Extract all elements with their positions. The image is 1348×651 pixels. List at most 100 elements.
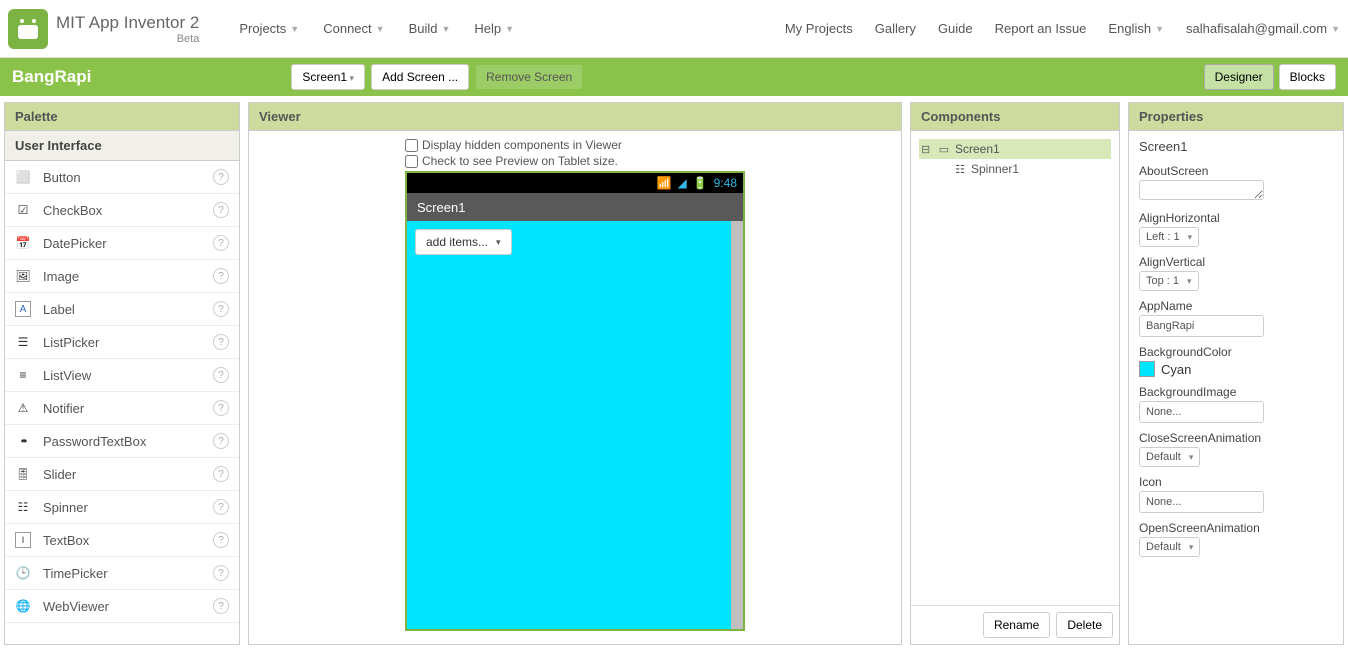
menu-build-label: Build — [409, 21, 438, 36]
tree-label: Spinner1 — [971, 162, 1019, 176]
spinner-text: add items... — [426, 235, 488, 249]
help-icon[interactable]: ? — [213, 532, 229, 548]
menu-projects[interactable]: Projects▼ — [239, 21, 299, 36]
prop-label: CloseScreenAnimation — [1139, 431, 1333, 445]
designer-button[interactable]: Designer — [1204, 64, 1274, 90]
help-icon[interactable]: ? — [213, 235, 229, 251]
alignhorizontal-select[interactable]: Left : 1 — [1139, 227, 1199, 247]
palette-label: Slider — [43, 467, 213, 482]
blocks-button[interactable]: Blocks — [1279, 64, 1336, 90]
language-dropdown[interactable]: English▼ — [1108, 21, 1164, 36]
menu-connect[interactable]: Connect▼ — [323, 21, 384, 36]
link-report-issue[interactable]: Report an Issue — [995, 21, 1087, 36]
closescreenanimation-select[interactable]: Default — [1139, 447, 1200, 467]
help-icon[interactable]: ? — [213, 565, 229, 581]
hidden-components-checkbox[interactable] — [405, 139, 418, 152]
prop-backgroundcolor: BackgroundColor Cyan — [1139, 345, 1333, 377]
menu-help[interactable]: Help▼ — [474, 21, 514, 36]
backgroundcolor-picker[interactable]: Cyan — [1139, 361, 1333, 377]
remove-screen-button[interactable]: Remove Screen — [475, 64, 583, 90]
palette-item-image[interactable]: 🖼Image? — [5, 260, 239, 293]
select-value: Default — [1146, 541, 1181, 553]
palette-item-datepicker[interactable]: 📅DatePicker? — [5, 227, 239, 260]
prop-label: Icon — [1139, 475, 1333, 489]
caret-icon: ▼ — [1155, 24, 1164, 34]
link-guide[interactable]: Guide — [938, 21, 973, 36]
help-icon[interactable]: ? — [213, 499, 229, 515]
spinner-widget[interactable]: add items... — [415, 229, 512, 255]
help-icon[interactable]: ? — [213, 598, 229, 614]
webviewer-icon: 🌐 — [15, 598, 31, 614]
tablet-preview-checkbox[interactable] — [405, 155, 418, 168]
palette-item-checkbox[interactable]: ☑CheckBox? — [5, 194, 239, 227]
check-hidden-components[interactable]: Display hidden components in Viewer — [405, 137, 745, 153]
help-icon[interactable]: ? — [213, 169, 229, 185]
top-menu: Projects▼ Connect▼ Build▼ Help▼ — [239, 21, 514, 36]
menu-connect-label: Connect — [323, 21, 371, 36]
check-tablet-preview[interactable]: Check to see Preview on Tablet size. — [405, 153, 745, 169]
palette-item-listpicker[interactable]: ☰ListPicker? — [5, 326, 239, 359]
help-icon[interactable]: ? — [213, 367, 229, 383]
brand: MIT App Inventor 2 Beta — [56, 13, 199, 45]
button-icon: ⬜ — [15, 169, 31, 185]
help-icon[interactable]: ? — [213, 202, 229, 218]
help-icon[interactable]: ? — [213, 433, 229, 449]
viewer-panel: Viewer Display hidden components in View… — [248, 102, 902, 645]
tree-label: Screen1 — [955, 142, 1000, 156]
phone-status-bar: 📶 ◢ 🔋 9:48 — [407, 173, 743, 193]
color-swatch — [1139, 361, 1155, 377]
help-icon[interactable]: ? — [213, 466, 229, 482]
help-icon[interactable]: ? — [213, 268, 229, 284]
components-tree: ⊟ ▭ Screen1 ☷ Spinner1 — [911, 131, 1119, 605]
phone-inner: add items... — [407, 221, 731, 629]
rename-button[interactable]: Rename — [983, 612, 1050, 638]
account-dropdown[interactable]: salhafisalah@gmail.com▼ — [1186, 21, 1340, 36]
color-name: Cyan — [1161, 362, 1191, 377]
palette-item-button[interactable]: ⬜Button? — [5, 161, 239, 194]
link-gallery[interactable]: Gallery — [875, 21, 916, 36]
screen-dropdown[interactable]: Screen1 — [291, 64, 365, 90]
help-icon[interactable]: ? — [213, 334, 229, 350]
phone-content[interactable]: add items... — [407, 221, 743, 629]
help-icon[interactable]: ? — [213, 301, 229, 317]
prop-label: AppName — [1139, 299, 1333, 313]
palette-item-listview[interactable]: ≡ListView? — [5, 359, 239, 392]
menu-build[interactable]: Build▼ — [409, 21, 451, 36]
wifi-icon: 📶 — [657, 176, 672, 190]
alignvertical-select[interactable]: Top : 1 — [1139, 271, 1199, 291]
palette-item-textbox[interactable]: ITextBox? — [5, 524, 239, 557]
palette-category[interactable]: User Interface — [5, 131, 239, 161]
palette-item-notifier[interactable]: ⚠Notifier? — [5, 392, 239, 425]
tree-collapse-icon[interactable]: ⊟ — [921, 143, 933, 156]
prop-closescreenanimation: CloseScreenAnimation Default — [1139, 431, 1333, 467]
palette-label: ListView — [43, 368, 213, 383]
top-bar: MIT App Inventor 2 Beta Projects▼ Connec… — [0, 0, 1348, 58]
palette-label: DatePicker — [43, 236, 213, 251]
icon-select[interactable]: None... — [1139, 491, 1264, 513]
palette-item-label[interactable]: ALabel? — [5, 293, 239, 326]
palette-item-webviewer[interactable]: 🌐WebViewer? — [5, 590, 239, 623]
properties-header: Properties — [1129, 103, 1343, 131]
palette-item-timepicker[interactable]: 🕒TimePicker? — [5, 557, 239, 590]
aboutscreen-input[interactable] — [1139, 180, 1264, 200]
tree-item-spinner[interactable]: ☷ Spinner1 — [919, 159, 1111, 179]
status-time: 9:48 — [714, 176, 737, 190]
backgroundimage-select[interactable]: None... — [1139, 401, 1264, 423]
palette-label: TextBox — [43, 533, 213, 548]
palette-label: ListPicker — [43, 335, 213, 350]
caret-icon: ▼ — [505, 24, 514, 34]
palette-item-spinner[interactable]: ☷Spinner? — [5, 491, 239, 524]
phone-scrollbar[interactable] — [731, 221, 743, 629]
select-value: Left : 1 — [1146, 231, 1180, 243]
link-my-projects[interactable]: My Projects — [785, 21, 853, 36]
openscreenanimation-select[interactable]: Default — [1139, 537, 1200, 557]
add-screen-button[interactable]: Add Screen ... — [371, 64, 469, 90]
appname-input[interactable] — [1139, 315, 1264, 337]
spinner-icon: ☷ — [953, 162, 967, 176]
help-icon[interactable]: ? — [213, 400, 229, 416]
tree-item-screen[interactable]: ⊟ ▭ Screen1 — [919, 139, 1111, 159]
palette-item-passwordtextbox[interactable]: ••PasswordTextBox? — [5, 425, 239, 458]
palette-item-slider[interactable]: 🎚Slider? — [5, 458, 239, 491]
delete-button[interactable]: Delete — [1056, 612, 1113, 638]
components-header: Components — [911, 103, 1119, 131]
